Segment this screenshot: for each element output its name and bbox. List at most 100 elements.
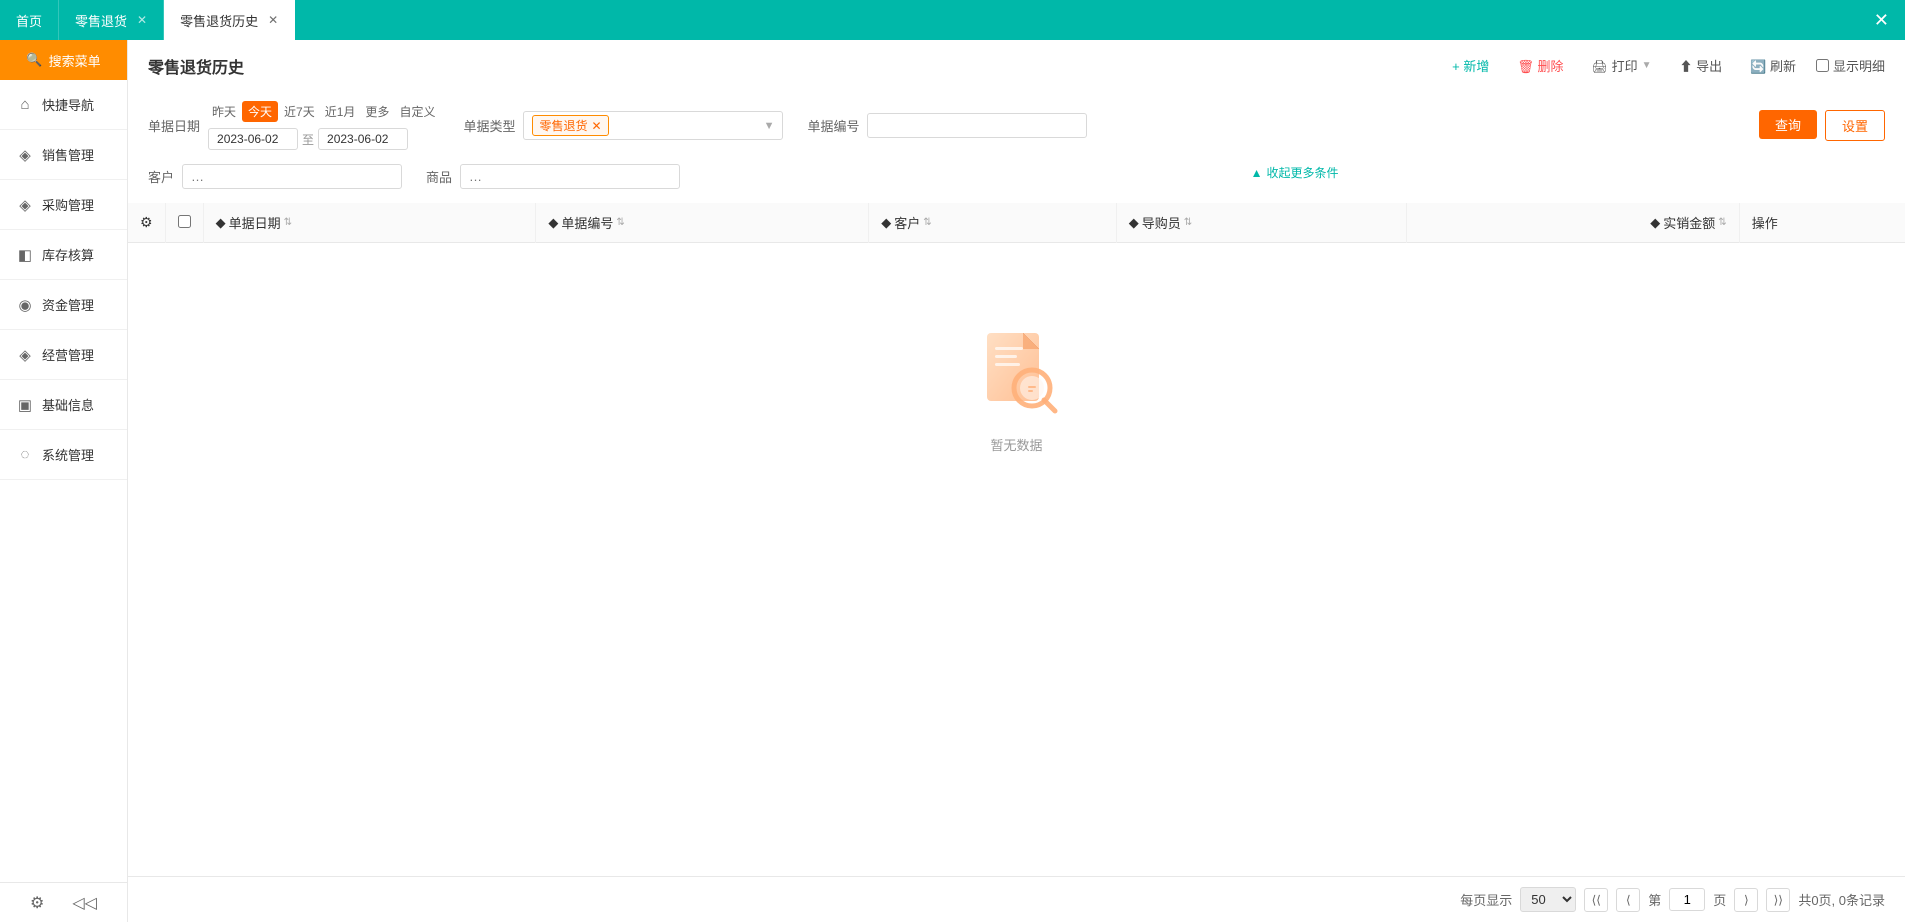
sidebar-item-purchase-mgmt[interactable]: ◈ 采购管理	[0, 180, 127, 230]
action-buttons: 查询 设置	[1759, 110, 1885, 141]
settings-icon[interactable]: ⚙	[140, 214, 153, 230]
sidebar-item-quick-nav[interactable]: ⌂ 快捷导航	[0, 80, 127, 130]
chevron-down-icon: ▼	[1642, 60, 1652, 71]
inventory-icon: ◧	[16, 246, 34, 264]
sidebar-nav: ⌂ 快捷导航 ◈ 销售管理 ◈ 采购管理 ◧ 库存核算 ◉ 资金管理 ◈ 经营管…	[0, 80, 127, 882]
purchase-icon: ◈	[16, 196, 34, 214]
date-from-input[interactable]	[208, 128, 298, 150]
date-more[interactable]: 更多	[361, 101, 393, 122]
type-filter-label: 单据类型	[463, 116, 515, 135]
filter-row-2: 客户 商品 ▲ 收起更多条件	[148, 160, 1885, 193]
sort-date-icon: ⇅	[284, 217, 292, 228]
th-amount-sort[interactable]: ◆ 实销金额 ⇅	[1419, 213, 1727, 232]
table-header-row: ⚙ ◆ 单据日期 ⇅	[128, 203, 1905, 243]
search-icon: 🔍	[26, 52, 42, 68]
goods-filter: 商品	[426, 164, 680, 189]
date-1month[interactable]: 近1月	[321, 101, 360, 122]
prev-page-button[interactable]: ⟨	[1616, 888, 1640, 912]
setting-button[interactable]: 设置	[1825, 110, 1885, 141]
next-page-button[interactable]: ⟩	[1734, 888, 1758, 912]
refresh-button[interactable]: 🔄 刷新	[1742, 52, 1804, 79]
content-area: 零售退货历史 + 新增 🗑 删除 🖨 打印 ▼ ⬆ 导出	[128, 40, 1905, 922]
sidebar: 🔍 搜索菜单 ⌂ 快捷导航 ◈ 销售管理 ◈ 采购管理 ◧ 库存核算 ◉ 资金管	[0, 40, 128, 922]
th-date[interactable]: ◆ 单据日期 ⇅	[203, 203, 536, 243]
number-filter-label: 单据编号	[807, 116, 859, 135]
filter-area: 单据日期 昨天 今天 近7天 近1月 更多 自定义	[148, 91, 1885, 193]
th-guide[interactable]: ◆ 导购员 ⇅	[1116, 203, 1406, 243]
th-customer-sort[interactable]: ◆ 客户 ⇅	[881, 213, 1103, 232]
th-date-sort[interactable]: ◆ 单据日期 ⇅	[216, 213, 524, 232]
type-select[interactable]: 零售退货 ✕ ▼	[523, 111, 783, 140]
th-guide-sort[interactable]: ◆ 导购员 ⇅	[1129, 213, 1394, 232]
per-page-select[interactable]: 50 10 20 100	[1520, 887, 1576, 912]
tab-retail-return[interactable]: 零售退货 ✕	[59, 0, 164, 40]
th-settings[interactable]: ⚙	[128, 203, 165, 243]
sidebar-item-system[interactable]: ◌ 系统管理	[0, 430, 127, 480]
empty-text: 暂无数据	[990, 435, 1042, 454]
type-select-chevron: ▼	[764, 120, 775, 132]
th-number-sort[interactable]: ◆ 单据编号 ⇅	[548, 213, 856, 232]
sidebar-item-operations[interactable]: ◈ 经营管理	[0, 330, 127, 380]
tab-retail-return-history[interactable]: 零售退货历史 ✕	[164, 0, 295, 40]
sidebar-item-sales-mgmt[interactable]: ◈ 销售管理	[0, 130, 127, 180]
filter-container: 零售退货历史 + 新增 🗑 删除 🖨 打印 ▼ ⬆ 导出	[128, 40, 1905, 203]
operations-icon: ◈	[16, 346, 34, 364]
toolbar: + 新增 🗑 删除 🖨 打印 ▼ ⬆ 导出 🔄 刷新	[1444, 52, 1885, 79]
search-menu-bar[interactable]: 🔍 搜索菜单	[0, 40, 127, 80]
goods-filter-label: 商品	[426, 167, 452, 186]
page-title-bar: 零售退货历史 + 新增 🗑 删除 🖨 打印 ▼ ⬆ 导出	[148, 52, 1885, 79]
date-custom[interactable]: 自定义	[395, 101, 439, 122]
tab-home[interactable]: 首页	[0, 0, 59, 40]
collapse-button[interactable]: ▲ 收起更多条件	[1251, 160, 1339, 185]
sort-number-icon: ⇅	[616, 217, 624, 228]
tag-close-icon[interactable]: ✕	[591, 119, 601, 133]
th-amount[interactable]: ◆ 实销金额 ⇅	[1406, 203, 1739, 243]
empty-state: 暂无数据	[128, 243, 1905, 534]
display-detail-input[interactable]	[1816, 59, 1829, 72]
empty-icon	[967, 323, 1067, 423]
display-detail-checkbox[interactable]: 显示明细	[1816, 56, 1885, 75]
customer-input[interactable]	[182, 164, 402, 189]
query-button[interactable]: 查询	[1759, 110, 1817, 139]
date-filter-group: 昨天 今天 近7天 近1月 更多 自定义 至	[208, 101, 439, 150]
select-all-checkbox[interactable]	[178, 215, 191, 228]
system-icon: ◌	[16, 446, 34, 464]
sidebar-item-inventory[interactable]: ◧ 库存核算	[0, 230, 127, 280]
close-retail-return-history-tab[interactable]: ✕	[268, 13, 278, 27]
sidebar-item-basic-info[interactable]: ▣ 基础信息	[0, 380, 127, 430]
date-range-separator: 至	[302, 131, 314, 148]
sidebar-item-finance[interactable]: ◉ 资金管理	[0, 280, 127, 330]
home-icon: ⌂	[16, 96, 34, 114]
date-yesterday[interactable]: 昨天	[208, 101, 240, 122]
th-number[interactable]: ◆ 单据编号 ⇅	[536, 203, 869, 243]
date-today[interactable]: 今天	[242, 101, 278, 122]
filter-row-1: 单据日期 昨天 今天 近7天 近1月 更多 自定义	[148, 101, 1885, 150]
settings-bottom-icon[interactable]: ⚙	[30, 893, 44, 913]
print-button[interactable]: 🖨 打印 ▼	[1584, 52, 1660, 79]
date-7days[interactable]: 近7天	[280, 101, 319, 122]
table-wrap: ⚙ ◆ 单据日期 ⇅	[128, 203, 1905, 534]
type-filter: 单据类型 零售退货 ✕ ▼	[463, 111, 783, 140]
page-input[interactable]	[1669, 888, 1705, 911]
date-to-input[interactable]	[318, 128, 408, 150]
pagination-bar: 每页显示 50 10 20 100 ⟨⟨ ⟨ 第 页 ⟩ ⟩⟩ 共0页, 0条记…	[128, 876, 1905, 922]
empty-state-row: 暂无数据	[128, 243, 1905, 535]
close-retail-return-tab[interactable]: ✕	[137, 13, 147, 27]
first-page-button[interactable]: ⟨⟨	[1584, 888, 1608, 912]
date-filter-label: 单据日期	[148, 116, 200, 135]
collapse-icon: ▲	[1251, 166, 1263, 180]
volume-bottom-icon[interactable]: ◁◁	[72, 893, 97, 913]
main-layout: 🔍 搜索菜单 ⌂ 快捷导航 ◈ 销售管理 ◈ 采购管理 ◧ 库存核算 ◉ 资金管	[0, 40, 1905, 922]
goods-input[interactable]	[460, 164, 680, 189]
new-button[interactable]: + 新增	[1444, 52, 1497, 79]
window-close-button[interactable]: ✕	[1874, 10, 1889, 31]
th-customer[interactable]: ◆ 客户 ⇅	[869, 203, 1116, 243]
delete-button[interactable]: 🗑 删除	[1509, 52, 1571, 79]
last-page-button[interactable]: ⟩⟩	[1766, 888, 1790, 912]
basic-info-icon: ▣	[16, 396, 34, 414]
export-button[interactable]: ⬆ 导出	[1672, 52, 1731, 79]
customer-filter: 客户	[148, 164, 402, 189]
number-input[interactable]	[867, 113, 1087, 138]
th-checkbox	[165, 203, 203, 243]
type-tag[interactable]: 零售退货 ✕	[532, 115, 608, 136]
